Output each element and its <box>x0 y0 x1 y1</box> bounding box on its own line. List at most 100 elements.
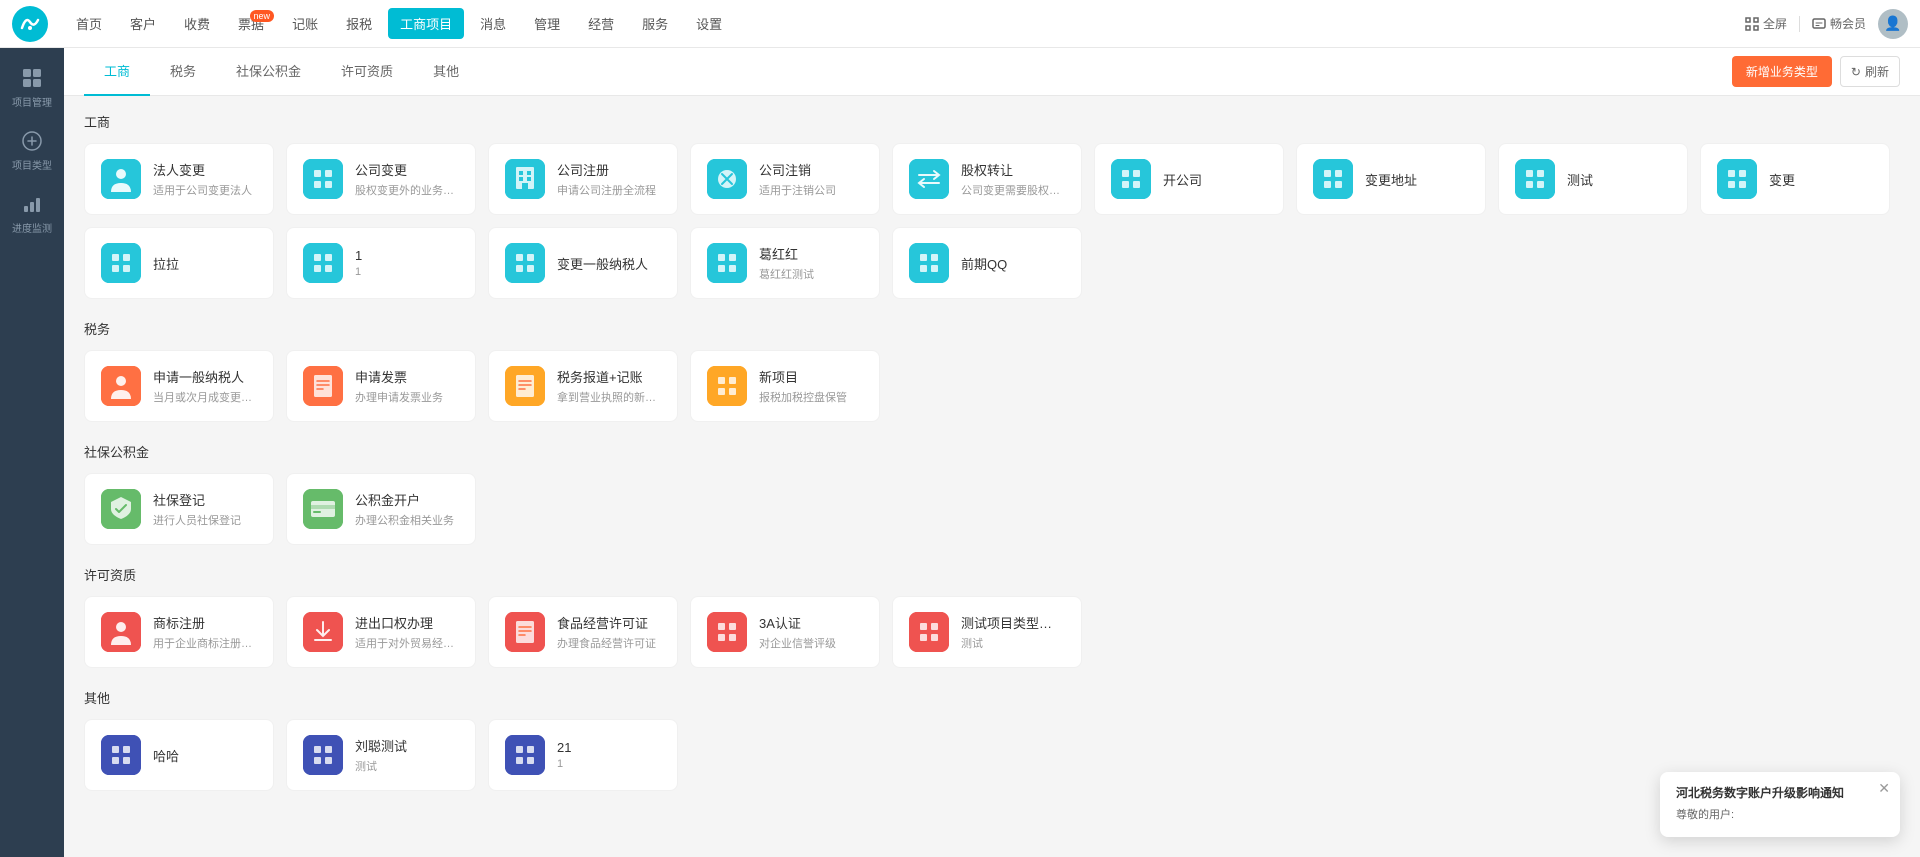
card-icon-0-11 <box>505 243 545 283</box>
card-text-0-2: 公司注册申请公司注册全流程 <box>557 160 661 198</box>
card-0-7[interactable]: 测试 <box>1498 143 1688 215</box>
card-2-0[interactable]: 社保登记进行人员社保登记 <box>84 473 274 545</box>
card-4-1[interactable]: 刘聪测试测试 <box>286 719 476 791</box>
fullscreen-btn[interactable]: 全屏 <box>1745 15 1787 32</box>
card-3-1[interactable]: 进出口权办理适用于对外贸易经营者 <box>286 596 476 668</box>
card-4-0[interactable]: 哈哈 <box>84 719 274 791</box>
card-3-3[interactable]: 3A认证对企业信誉评级 <box>690 596 880 668</box>
card-0-10[interactable]: 11 <box>286 227 476 299</box>
card-0-9[interactable]: 拉拉 <box>84 227 274 299</box>
nav-manage[interactable]: 管理 <box>522 8 572 39</box>
card-desc-0-3: 适用于注销公司 <box>759 182 863 198</box>
card-text-0-9: 拉拉 <box>153 254 257 273</box>
card-text-4-2: 211 <box>557 740 661 770</box>
notification-close[interactable]: ✕ <box>1878 780 1890 797</box>
card-text-2-1: 公积金开户办理公积金相关业务 <box>355 490 459 528</box>
tab-tax[interactable]: 税务 <box>150 48 216 96</box>
tag-icon <box>20 129 44 153</box>
card-0-4[interactable]: 股权转让公司变更需要股权转让 <box>892 143 1082 215</box>
tab-social[interactable]: 社保公积金 <box>216 48 321 96</box>
tab-other[interactable]: 其他 <box>413 48 479 96</box>
card-desc-0-12: 葛红红测试 <box>759 266 863 282</box>
card-title-1-3: 新项目 <box>759 367 863 386</box>
card-0-12[interactable]: 葛红红葛红红测试 <box>690 227 880 299</box>
card-title-0-5: 开公司 <box>1163 170 1267 189</box>
card-text-1-3: 新项目报税加税控盘保管 <box>759 367 863 405</box>
card-2-1[interactable]: 公积金开户办理公积金相关业务 <box>286 473 476 545</box>
nav-service[interactable]: 服务 <box>630 8 680 39</box>
section-title-1: 税务 <box>84 319 1900 338</box>
card-icon-0-10 <box>303 243 343 283</box>
card-title-0-9: 拉拉 <box>153 254 257 273</box>
card-text-1-2: 税务报道+记账拿到营业执照的新公司 <box>557 367 661 405</box>
card-0-2[interactable]: 公司注册申请公司注册全流程 <box>488 143 678 215</box>
card-desc-1-0: 当月或次月成变更完成 <box>153 389 257 405</box>
card-desc-0-2: 申请公司注册全流程 <box>557 182 661 198</box>
tab-license[interactable]: 许可资质 <box>321 48 413 96</box>
section-title-0: 工商 <box>84 112 1900 131</box>
card-text-0-5: 开公司 <box>1163 170 1267 189</box>
card-desc-1-3: 报税加税控盘保管 <box>759 389 863 405</box>
user-avatar[interactable]: 👤 <box>1878 9 1908 39</box>
notification-popup: ✕ 河北税务数字账户升级影响通知 尊敬的用户: <box>1660 772 1900 837</box>
member-btn[interactable]: 畅会员 <box>1812 15 1866 32</box>
card-3-2[interactable]: 食品经营许可证办理食品经营许可证 <box>488 596 678 668</box>
card-title-4-0: 哈哈 <box>153 746 257 765</box>
ticket-badge: new <box>250 10 275 22</box>
card-0-5[interactable]: 开公司 <box>1094 143 1284 215</box>
nav-fee[interactable]: 收费 <box>172 8 222 39</box>
nav-industry[interactable]: 工商项目 <box>388 8 464 39</box>
card-title-0-3: 公司注销 <box>759 160 863 179</box>
card-0-0[interactable]: 法人变更适用于公司变更法人 <box>84 143 274 215</box>
refresh-icon: ↻ <box>1851 65 1861 79</box>
logo[interactable] <box>12 6 48 42</box>
card-1-0[interactable]: 申请一般纳税人当月或次月成变更完成 <box>84 350 274 422</box>
nav-tax[interactable]: 报税 <box>334 8 384 39</box>
tab-actions: 新增业务类型 ↻ 刷新 <box>1732 56 1900 87</box>
sidebar-item-project-type[interactable]: 项目类型 <box>0 119 64 182</box>
nav-settings[interactable]: 设置 <box>684 8 734 39</box>
card-title-3-4: 测试项目类型目定义 <box>961 613 1065 632</box>
card-title-4-2: 21 <box>557 740 661 755</box>
nav-divider <box>1799 16 1800 32</box>
tab-industry[interactable]: 工商 <box>84 48 150 96</box>
tab-bar: 工商 税务 社保公积金 许可资质 其他 新增业务类型 ↻ 刷新 <box>64 48 1920 96</box>
nav-customer[interactable]: 客户 <box>118 8 168 39</box>
nav-bookkeep[interactable]: 记账 <box>280 8 330 39</box>
card-3-4[interactable]: 测试项目类型目定义测试 <box>892 596 1082 668</box>
sidebar: 项目管理 项目类型 进度监测 <box>0 48 64 857</box>
card-0-8[interactable]: 变更 <box>1700 143 1890 215</box>
card-text-0-1: 公司变更股权变更外的业务变更 <box>355 160 459 198</box>
card-icon-0-13 <box>909 243 949 283</box>
card-1-3[interactable]: 新项目报税加税控盘保管 <box>690 350 880 422</box>
card-desc-3-1: 适用于对外贸易经营者 <box>355 635 459 651</box>
card-1-1[interactable]: 申请发票办理申请发票业务 <box>286 350 476 422</box>
nav-ticket[interactable]: 票据 new <box>226 8 276 39</box>
notification-body: 尊敬的用户: <box>1676 807 1884 825</box>
card-title-0-4: 股权转让 <box>961 160 1065 179</box>
nav-operation[interactable]: 经营 <box>576 8 626 39</box>
sidebar-item-progress[interactable]: 进度监测 <box>0 182 64 245</box>
sidebar-item-project-manage[interactable]: 项目管理 <box>0 56 64 119</box>
card-text-3-4: 测试项目类型目定义测试 <box>961 613 1065 651</box>
card-text-0-3: 公司注销适用于注销公司 <box>759 160 863 198</box>
cards-grid-4: 哈哈 刘聪测试测试 211 <box>84 719 1900 791</box>
section-2: 社保公积金社保登记进行人员社保登记公积金开户办理公积金相关业务 <box>84 442 1900 545</box>
card-text-3-2: 食品经营许可证办理食品经营许可证 <box>557 613 661 651</box>
card-0-1[interactable]: 公司变更股权变更外的业务变更 <box>286 143 476 215</box>
card-0-11[interactable]: 变更一般纳税人 <box>488 227 678 299</box>
card-0-6[interactable]: 变更地址 <box>1296 143 1486 215</box>
card-desc-2-1: 办理公积金相关业务 <box>355 512 459 528</box>
card-0-13[interactable]: 前期QQ <box>892 227 1082 299</box>
card-0-3[interactable]: 公司注销适用于注销公司 <box>690 143 880 215</box>
refresh-button[interactable]: ↻ 刷新 <box>1840 56 1900 87</box>
new-biz-type-button[interactable]: 新增业务类型 <box>1732 56 1832 87</box>
refresh-label: 刷新 <box>1865 63 1889 80</box>
cards-grid-3: 商标注册用于企业商标注册服务进出口权办理适用于对外贸易经营者 食品经营许可证办理食… <box>84 596 1900 668</box>
nav-home[interactable]: 首页 <box>64 8 114 39</box>
card-3-0[interactable]: 商标注册用于企业商标注册服务 <box>84 596 274 668</box>
card-1-2[interactable]: 税务报道+记账拿到营业执照的新公司 <box>488 350 678 422</box>
nav-message[interactable]: 消息 <box>468 8 518 39</box>
card-4-2[interactable]: 211 <box>488 719 678 791</box>
card-title-0-13: 前期QQ <box>961 254 1065 273</box>
